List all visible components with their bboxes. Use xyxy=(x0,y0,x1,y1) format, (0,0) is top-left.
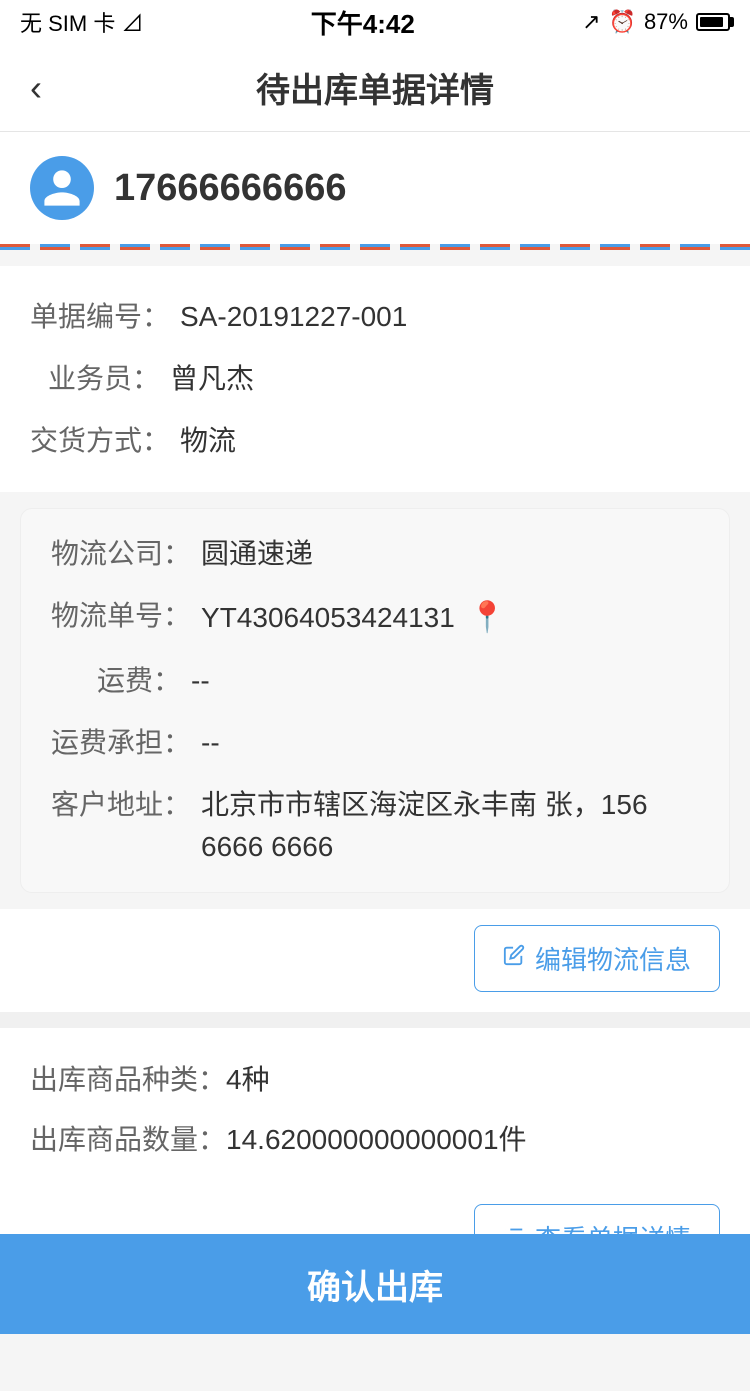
location-icon: ↗ xyxy=(582,9,600,35)
logistics-address-label: 客户地址： xyxy=(51,784,201,826)
document-number-value: SA-20191227-001 xyxy=(180,296,720,338)
avatar xyxy=(30,156,94,220)
logistics-company-label: 物流公司： xyxy=(51,533,201,575)
logistics-address-value: 北京市市辖区海淀区永丰南 张，156 6666 6666 xyxy=(201,784,699,868)
alarm-icon: ⏰ xyxy=(609,9,636,35)
nav-bar: ‹ 待出库单据详情 xyxy=(0,44,750,132)
customer-phone: 17666666666 xyxy=(114,167,346,210)
edit-logistics-label: 编辑物流信息 xyxy=(535,940,691,977)
status-time: 下午4:42 xyxy=(311,4,415,41)
logistics-freight-value: -- xyxy=(191,660,699,702)
logistics-freight-bearer-row: 运费承担： -- xyxy=(51,722,699,764)
user-avatar-icon xyxy=(40,166,84,210)
status-bar: 无 SIM 卡 ⊿ 下午4:42 ↗ ⏰ 87% xyxy=(0,0,750,44)
logistics-tracking-label: 物流单号： xyxy=(51,595,201,637)
back-button[interactable]: ‹ xyxy=(30,67,42,109)
product-type-label: 出库商品种类： xyxy=(30,1058,226,1098)
dashed-divider xyxy=(0,244,750,250)
document-number-label: 单据编号： xyxy=(30,296,180,338)
battery-text: 87% xyxy=(644,9,688,35)
product-type-value: 4种 xyxy=(226,1058,270,1098)
delivery-label: 交货方式： xyxy=(30,420,180,462)
edit-btn-row: 编辑物流信息 xyxy=(0,909,750,1012)
customer-header: 17666666666 xyxy=(0,132,750,244)
logistics-card: 物流公司： 圆通速递 物流单号： YT43064053424131 📍 运费： … xyxy=(20,508,730,893)
logistics-company-value: 圆通速递 xyxy=(201,533,699,575)
product-quantity-row: 出库商品数量： 14.620000000000001件 xyxy=(30,1118,720,1158)
confirm-button-label: 确认出库 xyxy=(307,1260,443,1309)
delivery-value: 物流 xyxy=(180,420,720,462)
delivery-row: 交货方式： 物流 xyxy=(30,420,720,462)
status-left: 无 SIM 卡 ⊿ xyxy=(20,6,143,38)
logistics-address-row: 客户地址： 北京市市辖区海淀区永丰南 张，156 6666 6666 xyxy=(51,784,699,868)
logistics-freight-row: 运费： -- xyxy=(51,660,699,702)
salesman-row: 业务员： 曾凡杰 xyxy=(30,358,720,400)
document-info-section: 单据编号： SA-20191227-001 业务员： 曾凡杰 交货方式： 物流 xyxy=(0,266,750,492)
salesman-label: 业务员： xyxy=(30,358,170,400)
product-type-row: 出库商品种类： 4种 xyxy=(30,1058,720,1098)
product-quantity-value: 14.620000000000001件 xyxy=(226,1118,527,1158)
page-title: 待出库单据详情 xyxy=(256,63,494,112)
confirm-button[interactable]: 确认出库 xyxy=(0,1234,750,1334)
status-right: ↗ ⏰ 87% xyxy=(582,9,730,35)
edit-logistics-button[interactable]: 编辑物流信息 xyxy=(474,925,720,992)
logistics-freight-label: 运费： xyxy=(51,660,191,702)
logistics-freight-bearer-value: -- xyxy=(201,722,699,764)
edit-icon xyxy=(503,944,525,973)
logistics-tracking-row: 物流单号： YT43064053424131 📍 xyxy=(51,595,699,640)
sim-wifi-text: 无 SIM 卡 ⊿ xyxy=(20,6,143,38)
map-location-icon[interactable]: 📍 xyxy=(469,595,506,640)
logistics-freight-bearer-label: 运费承担： xyxy=(51,722,201,764)
salesman-value: 曾凡杰 xyxy=(170,358,720,400)
logistics-company-row: 物流公司： 圆通速递 xyxy=(51,533,699,575)
section-divider xyxy=(0,1012,750,1028)
logistics-tracking-value: YT43064053424131 📍 xyxy=(201,595,699,640)
document-number-row: 单据编号： SA-20191227-001 xyxy=(30,296,720,338)
battery-icon xyxy=(696,13,730,31)
summary-section: 出库商品种类： 4种 出库商品数量： 14.620000000000001件 xyxy=(0,1028,750,1188)
product-quantity-label: 出库商品数量： xyxy=(30,1118,226,1158)
